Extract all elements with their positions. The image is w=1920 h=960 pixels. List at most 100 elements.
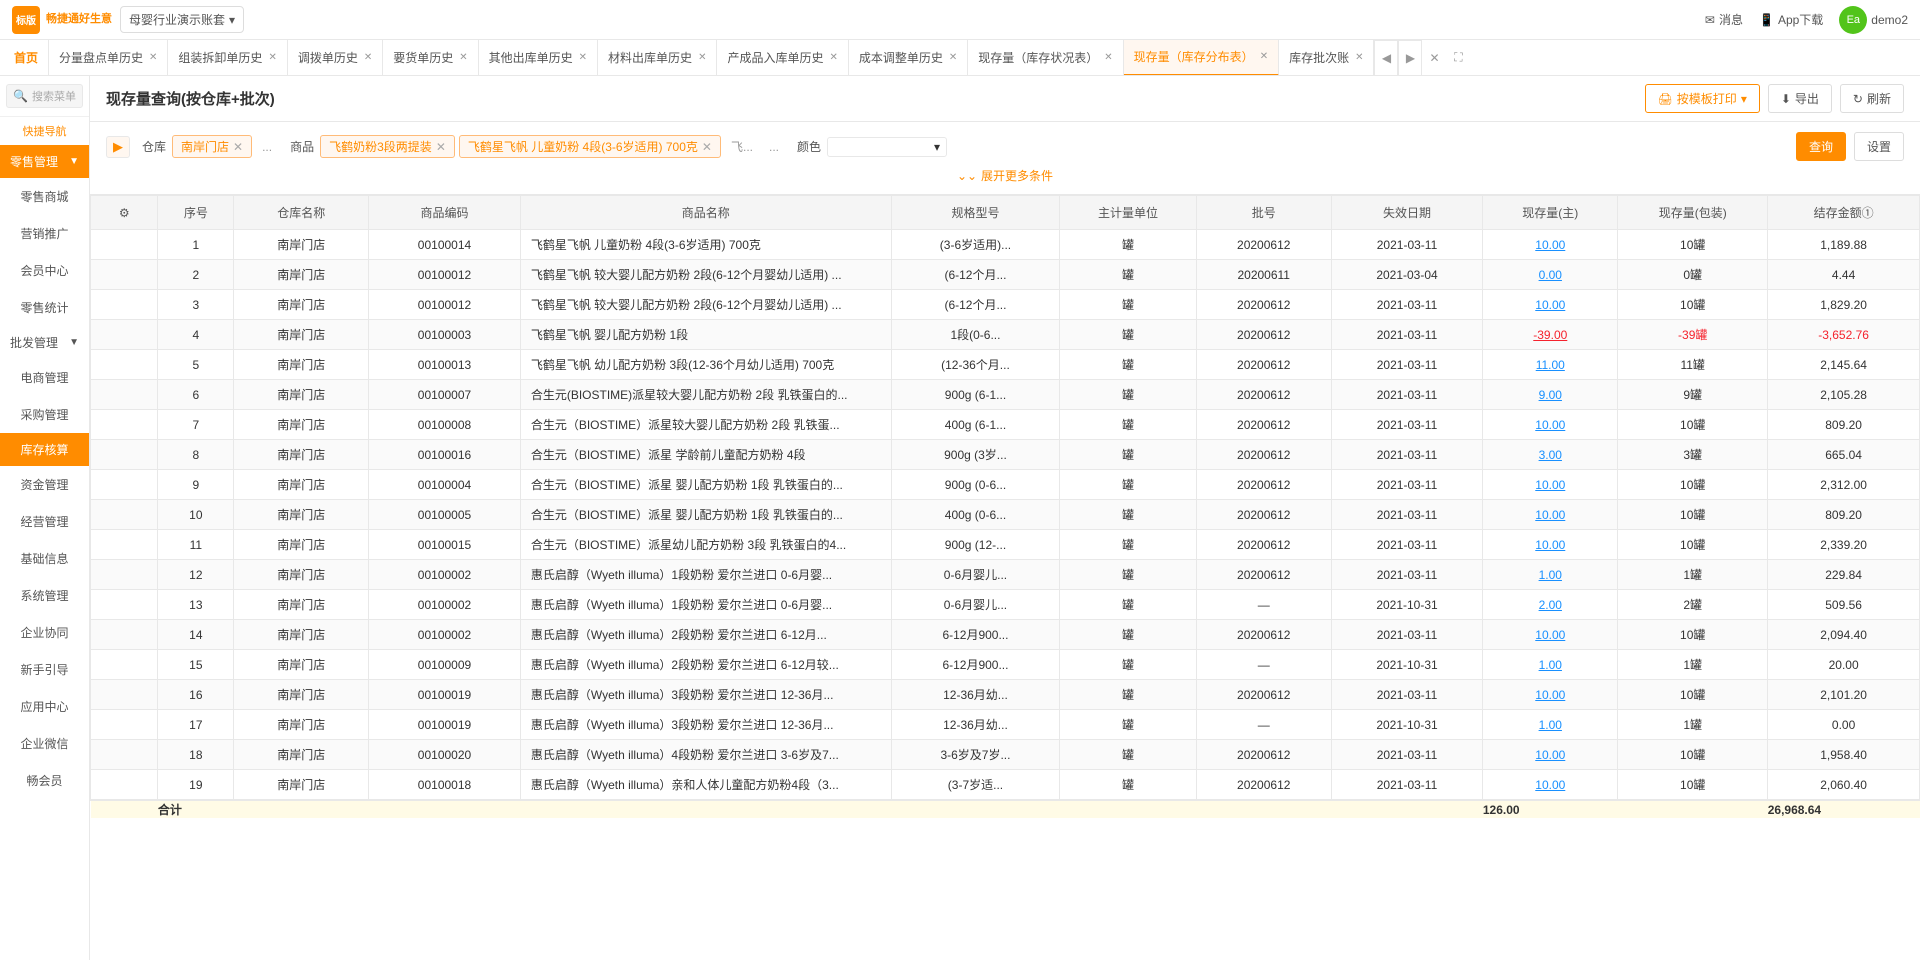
cell-stock-main-14[interactable]: 1.00 — [1483, 650, 1618, 680]
filter-expand-toggle[interactable]: ▶ — [106, 136, 130, 158]
cell-stock-main-18[interactable]: 10.00 — [1483, 770, 1618, 801]
sidebar-item-member2[interactable]: 畅会员 — [4, 764, 85, 797]
cell-stock-main-3[interactable]: -39.00 — [1483, 320, 1618, 350]
goods-more-dots[interactable]: ... — [763, 138, 785, 156]
cell-balance-3: -3,652.76 — [1768, 320, 1920, 350]
tab-pick[interactable]: 要货单历史 ✕ — [383, 40, 478, 76]
cell-stock-main-9[interactable]: 10.00 — [1483, 500, 1618, 530]
tab-disassemble[interactable]: 组装拆卸单历史 ✕ — [168, 40, 287, 76]
cell-stock-main-8[interactable]: 10.00 — [1483, 470, 1618, 500]
cell-stock-main-2[interactable]: 10.00 — [1483, 290, 1618, 320]
message-btn[interactable]: ✉ 消息 — [1705, 11, 1743, 28]
cell-stock-main-10[interactable]: 10.00 — [1483, 530, 1618, 560]
tab-cost-adjust[interactable]: 成本调整单历史 ✕ — [849, 40, 968, 76]
tab-close-split[interactable]: ✕ — [149, 52, 157, 63]
sidebar-item-purchase[interactable]: 采购管理 — [4, 398, 85, 431]
cell-name-2: 飞鹤星飞帆 较大婴儿配方奶粉 2段(6-12个月婴幼儿适用) ... — [520, 290, 891, 320]
cell-stock-main-12[interactable]: 2.00 — [1483, 590, 1618, 620]
tab-stock-status[interactable]: 现存量（库存状况表） ✕ — [968, 40, 1123, 76]
tab-prev-btn[interactable]: ◀ — [1374, 40, 1398, 76]
sidebar-item-marketing[interactable]: 营销推广 — [4, 217, 85, 250]
cell-stock-main-1[interactable]: 0.00 — [1483, 260, 1618, 290]
tab-product-in[interactable]: 产成品入库单历史 ✕ — [717, 40, 848, 76]
cell-stock-main-16[interactable]: 1.00 — [1483, 710, 1618, 740]
cell-name-1: 飞鹤星飞帆 较大婴儿配方奶粉 2段(6-12个月婴幼儿适用) ... — [520, 260, 891, 290]
cell-stock-main-5[interactable]: 9.00 — [1483, 380, 1618, 410]
refresh-btn[interactable]: ↻ 刷新 — [1840, 84, 1904, 113]
tab-close-product[interactable]: ✕ — [829, 52, 837, 63]
export-btn[interactable]: ⬇ 导出 — [1768, 84, 1832, 113]
user-profile[interactable]: Ea demo2 — [1839, 6, 1908, 34]
tab-close-stock-dist[interactable]: ✕ — [1260, 51, 1268, 62]
sidebar-item-wholesale[interactable]: 批发管理 ▼ — [0, 326, 89, 359]
tab-close-material[interactable]: ✕ — [698, 52, 706, 63]
sidebar-item-app-center[interactable]: 应用中心 — [4, 690, 85, 723]
cell-spec-5: 900g (6-1... — [891, 380, 1060, 410]
sidebar-item-operations[interactable]: 经营管理 — [4, 505, 85, 538]
sidebar-item-retail[interactable]: 零售管理 ▼ — [0, 145, 89, 178]
tab-material-out[interactable]: 材料出库单历史 ✕ — [598, 40, 717, 76]
cell-stock-main-15[interactable]: 10.00 — [1483, 680, 1618, 710]
goods-tag-2-remove[interactable]: ✕ — [702, 140, 712, 154]
cell-stock-main-7[interactable]: 3.00 — [1483, 440, 1618, 470]
tab-close-batch[interactable]: ✕ — [1355, 52, 1363, 63]
col-balance: 结存金额① — [1768, 196, 1920, 230]
expand-more-conditions[interactable]: ⌄⌄ 展开更多条件 — [106, 167, 1904, 184]
tab-split-inventory[interactable]: 分量盘点单历史 ✕ — [49, 40, 168, 76]
cell-expire-7: 2021-03-11 — [1331, 440, 1483, 470]
sidebar-item-enterprise[interactable]: 企业协同 — [4, 616, 85, 649]
tab-batch-ledger[interactable]: 库存批次账 ✕ — [1279, 40, 1374, 76]
warehouse-more[interactable]: ... — [256, 138, 278, 156]
sidebar-item-wechat[interactable]: 企业微信 — [4, 727, 85, 760]
cell-balance-12: 509.56 — [1768, 590, 1920, 620]
cell-spec-6: 400g (6-1... — [891, 410, 1060, 440]
tab-close-stock-status[interactable]: ✕ — [1104, 52, 1112, 63]
warehouse-tag-remove[interactable]: ✕ — [233, 140, 243, 154]
cell-stock-main-4[interactable]: 11.00 — [1483, 350, 1618, 380]
cell-stock-main-0[interactable]: 10.00 — [1483, 230, 1618, 260]
sidebar-item-warehouse[interactable]: 库存核算 — [0, 433, 89, 466]
cell-code-13: 00100002 — [369, 620, 521, 650]
tab-other-out[interactable]: 其他出库单历史 ✕ — [479, 40, 598, 76]
tab-close-pick[interactable]: ✕ — [459, 52, 467, 63]
sidebar-item-member[interactable]: 会员中心 — [4, 254, 85, 287]
goods-tag-1-remove[interactable]: ✕ — [436, 140, 446, 154]
sidebar-item-retail-shop[interactable]: 零售商城 — [4, 180, 85, 213]
tab-close-other-out[interactable]: ✕ — [579, 52, 587, 63]
settings-btn[interactable]: 设置 — [1854, 132, 1904, 161]
sidebar-item-finance[interactable]: 资金管理 — [4, 468, 85, 501]
goods-more[interactable]: 飞... — [725, 136, 759, 157]
print-btn[interactable]: 🖨 按模板打印 ▾ — [1645, 84, 1760, 113]
cell-settings-11 — [91, 560, 158, 590]
tab-close-current-btn[interactable]: ✕ — [1422, 40, 1446, 76]
cell-settings-8 — [91, 470, 158, 500]
app-download-btn[interactable]: 📱 App下载 — [1759, 11, 1823, 28]
tab-home[interactable]: 首页 — [4, 40, 49, 76]
cell-unit-16: 罐 — [1060, 710, 1197, 740]
tab-next-btn[interactable]: ▶ — [1398, 40, 1422, 76]
cell-stock-main-11[interactable]: 1.00 — [1483, 560, 1618, 590]
tab-close-transfer[interactable]: ✕ — [364, 52, 372, 63]
sidebar-item-basic[interactable]: 基础信息 — [4, 542, 85, 575]
search-placeholder: 搜索菜单 — [32, 88, 76, 104]
cell-no-5: 6 — [158, 380, 234, 410]
col-settings[interactable]: ⚙ — [91, 196, 158, 230]
tab-expand-btn[interactable]: ⛶ — [1446, 40, 1470, 76]
color-dropdown[interactable]: ▾ — [827, 137, 947, 157]
search-box[interactable]: 🔍 搜索菜单 — [6, 84, 83, 108]
cell-stock-main-6[interactable]: 10.00 — [1483, 410, 1618, 440]
sidebar-item-ecommerce[interactable]: 电商管理 — [4, 361, 85, 394]
query-btn[interactable]: 查询 — [1796, 132, 1846, 161]
cell-batch-3: 20200612 — [1196, 320, 1331, 350]
tab-close-disassemble[interactable]: ✕ — [268, 52, 276, 63]
sidebar-item-retail-stats[interactable]: 零售统计 — [4, 291, 85, 324]
cell-batch-14: — — [1196, 650, 1331, 680]
tab-close-cost[interactable]: ✕ — [949, 52, 957, 63]
cell-stock-main-17[interactable]: 10.00 — [1483, 740, 1618, 770]
account-selector[interactable]: 母婴行业演示账套 ▾ — [120, 6, 244, 33]
cell-stock-main-13[interactable]: 10.00 — [1483, 620, 1618, 650]
tab-transfer[interactable]: 调拨单历史 ✕ — [288, 40, 383, 76]
sidebar-item-newbie[interactable]: 新手引导 — [4, 653, 85, 686]
tab-stock-dist[interactable]: 现存量（库存分布表） ✕ — [1124, 40, 1279, 76]
sidebar-item-system[interactable]: 系统管理 — [4, 579, 85, 612]
